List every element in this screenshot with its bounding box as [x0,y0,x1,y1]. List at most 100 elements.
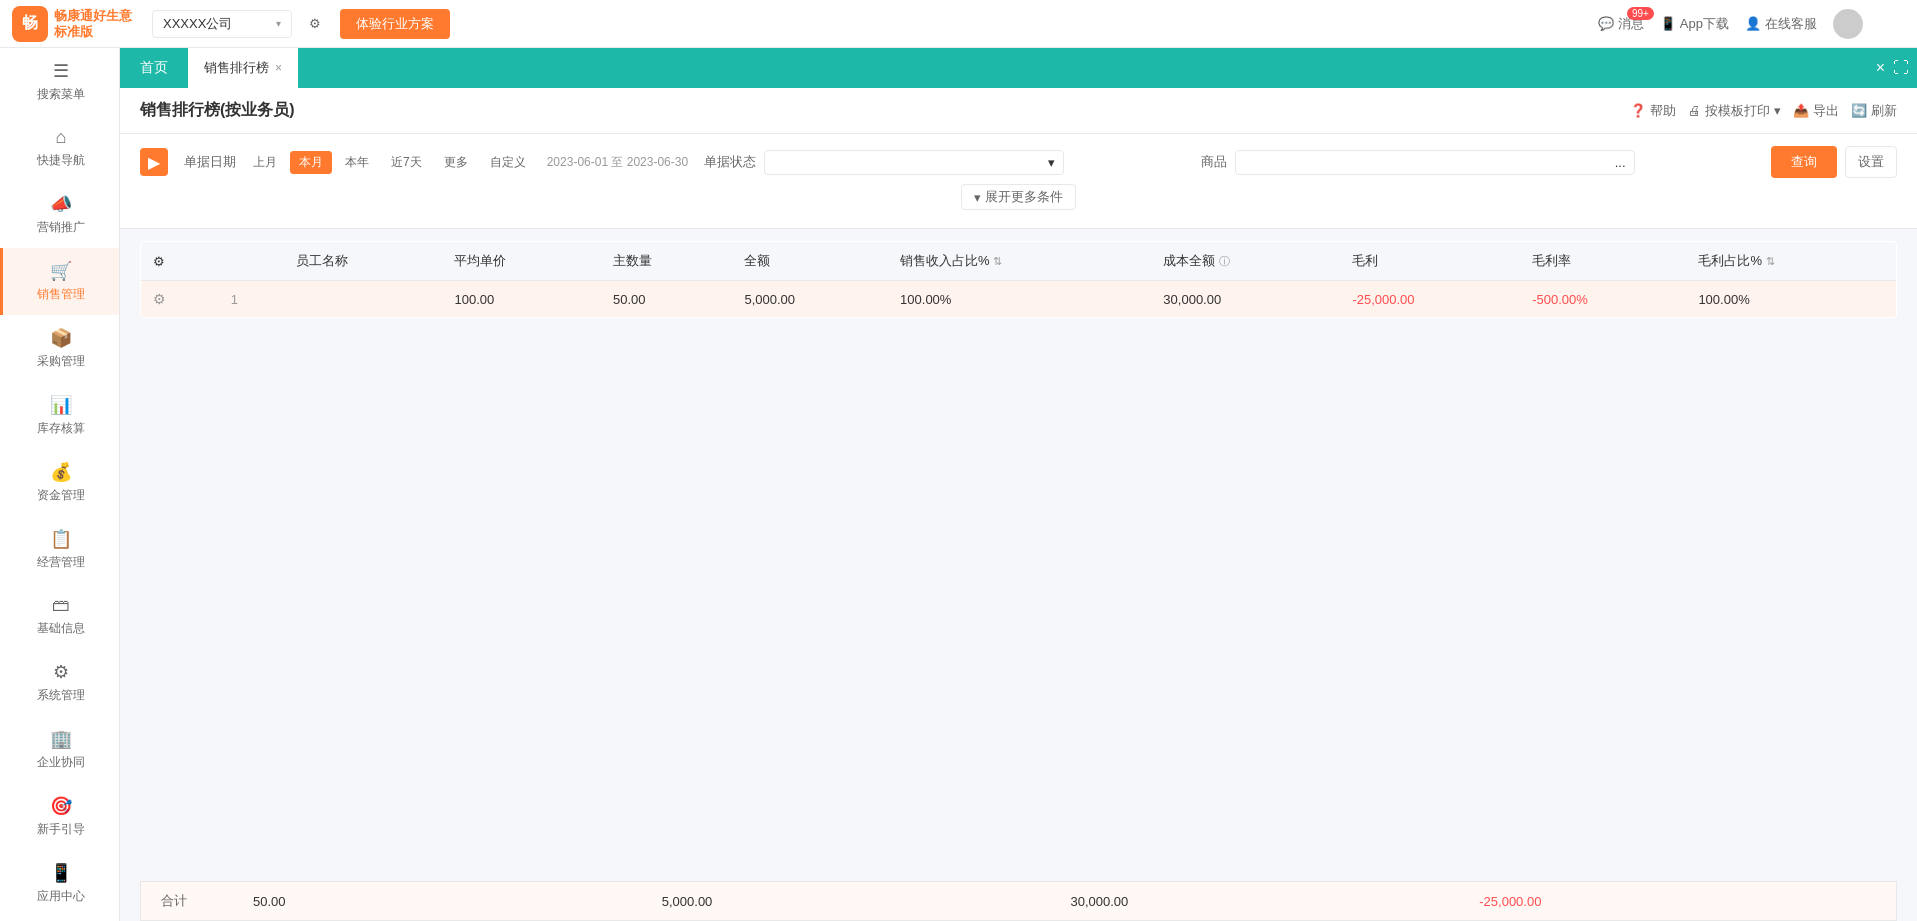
date-range: 2023-06-01 至 2023-06-30 [547,154,688,171]
tab-sales-ranking[interactable]: 销售排行榜 × [188,48,298,88]
col-header-cost: 成本全额 ⓘ [1151,242,1340,281]
col-settings-icon[interactable]: ⚙ [153,291,166,307]
sidebar-item-enterprise[interactable]: 🏢企业协同 [0,716,119,783]
sidebar-item-basic-info[interactable]: 🗃基础信息 [0,583,119,649]
inventory-icon: 📊 [50,394,72,416]
filter-row: ▶ 单据日期 上月本月本年近7天更多自定义 2023-06-01 至 2023-… [140,146,1897,178]
sidebar-item-sales[interactable]: 🛒销售管理 [0,248,119,315]
content-area: 首页 销售排行榜 × × ⛶ 销售排行榜(按业务员) ❓ 帮助 [120,48,1917,921]
sort-icon-gross_ratio[interactable]: ⇅ [1766,255,1775,267]
goods-more-icon[interactable]: ... [1615,155,1626,170]
app-download-button[interactable]: 📱 App下载 [1660,15,1729,33]
marketing-label: 营销推广 [37,219,85,236]
sidebar-item-wechat[interactable]: 💬企业微信 [0,917,119,921]
sidebar-item-guide[interactable]: 🎯 新手引导 [0,783,119,850]
sidebar-item-operation[interactable]: 📋经营管理 [0,516,119,583]
message-icon: 💬 [1598,16,1614,31]
purchase-icon: 📦 [50,327,72,349]
top-settings-icon[interactable]: ⚙ [300,9,330,39]
col-header-settings[interactable]: ⚙ [141,242,219,281]
status-label: 单据状态 [704,153,756,171]
maximize-icon[interactable]: ⛶ [1893,59,1909,77]
sidebar-item-finance[interactable]: 💰 资金管理 [0,449,119,516]
app-center-icon: 📱 [50,862,72,884]
sidebar-item-system[interactable]: ⚙系统管理 [0,649,119,716]
close-window-icon[interactable]: × [1876,59,1885,77]
status-select[interactable]: ▾ [764,150,1064,175]
date-label: 单据日期 [184,153,236,171]
cell-gross_ratio: 100.00% [1686,281,1896,318]
goods-label: 商品 [1201,153,1227,171]
company-selector[interactable]: XXXXX公司 ▾ [152,10,292,38]
refresh-icon: 🔄 [1851,103,1867,118]
cell-avg_price: 100.00 [442,281,601,318]
cell-gross_rate: -500.00% [1520,281,1686,318]
expand-label: 展开更多条件 [985,188,1063,206]
sidebar-item-purchase[interactable]: 📦采购管理 [0,315,119,382]
settings-small-button[interactable]: 设置 [1845,146,1897,178]
tab-bar: 首页 销售排行榜 × × ⛶ [120,48,1917,88]
filter-area: ▶ 单据日期 上月本月本年近7天更多自定义 2023-06-01 至 2023-… [120,134,1917,229]
finance-label: 资金管理 [37,487,85,504]
footer-gross: -25,000.00 [1467,894,1876,909]
date-option-自定义[interactable]: 自定义 [481,151,535,174]
footer-cost: 30,000.00 [1059,894,1468,909]
tab-home[interactable]: 首页 [120,48,188,88]
message-button[interactable]: 💬 消息 99+ [1598,15,1644,33]
col-header-name: 员工名称 [284,242,443,281]
date-option-本月[interactable]: 本月 [290,151,332,174]
export-button[interactable]: 📤 导出 [1793,102,1839,120]
data-table: ⚙员工名称平均单价主数量全额销售收入占比% ⇅成本全额 ⓘ毛利毛利率毛利占比% … [140,241,1897,318]
search-order-icon: ☰ [53,60,69,82]
col-header-amount: 全额 [732,242,888,281]
cell-cost: 30,000.00 [1151,281,1340,318]
logo: 畅 畅康通好生意 标准版 [12,6,132,42]
online-service-button[interactable]: 👤 在线客服 [1745,15,1817,33]
date-option-更多[interactable]: 更多 [435,151,477,174]
footer-qty: 50.00 [241,894,650,909]
top-bar-right: 💬 消息 99+ 📱 App下载 👤 在线客服 [1598,9,1905,39]
sidebar-item-marketing[interactable]: 📣营销推广 [0,181,119,248]
sidebar-item-app-center[interactable]: 📱应用中心 [0,850,119,917]
print-button[interactable]: 🖨 按模板打印 ▾ [1688,102,1781,120]
try-industry-button[interactable]: 体验行业方案 [340,9,450,39]
basic-info-label: 基础信息 [37,620,85,637]
sales-icon: 🛒 [50,260,72,282]
inventory-label: 库存核算 [37,420,85,437]
rank-arrow-button[interactable]: ▶ [140,148,168,176]
avatar[interactable] [1833,9,1863,39]
refresh-button[interactable]: 🔄 刷新 [1851,102,1897,120]
tab-close-icon[interactable]: × [275,61,282,75]
goods-select[interactable]: ... [1235,150,1635,175]
status-chevron-icon: ▾ [1048,155,1055,170]
sidebar-item-search-order[interactable]: ☰搜索菜单 [0,48,119,115]
guide-label: 新手引导 [37,821,85,838]
date-options: 上月本月本年近7天更多自定义 [244,151,535,174]
user-name[interactable] [1879,15,1905,33]
query-button[interactable]: 查询 [1771,146,1837,178]
info-icon[interactable]: ⓘ [1219,255,1230,267]
guide-icon: 🎯 [50,795,72,817]
quick-nav-icon: ⌂ [56,127,67,148]
expand-row: ▾ 展开更多条件 [140,178,1897,216]
sort-icon-sales_ratio[interactable]: ⇅ [993,255,1002,267]
top-bar: 畅 畅康通好生意 标准版 XXXXX公司 ▾ ⚙ 体验行业方案 💬 消息 99+… [0,0,1917,48]
date-option-本年[interactable]: 本年 [336,151,378,174]
main-layout: ☰搜索菜单⌂快捷导航📣营销推广🛒销售管理📦采购管理 📊 库存核算 💰 资金管理 📋经营管理… [0,48,1917,921]
app-icon: 📱 [1660,16,1676,31]
operation-icon: 📋 [50,528,72,550]
sidebar-item-inventory[interactable]: 📊 库存核算 [0,382,119,449]
print-icon: 🖨 [1688,103,1701,118]
goods-filter: 商品 ... [1201,150,1635,175]
col-header-rank [219,242,284,281]
tab-label: 销售排行榜 [204,59,269,77]
expand-conditions-button[interactable]: ▾ 展开更多条件 [961,184,1076,210]
date-option-近7天[interactable]: 近7天 [382,151,431,174]
finance-icon: 💰 [50,461,72,483]
table-row: ⚙1100.0050.005,000.00100.00%30,000.00-25… [141,281,1897,318]
sidebar-item-quick-nav[interactable]: ⌂快捷导航 [0,115,119,181]
help-button[interactable]: ❓ 帮助 [1630,102,1676,120]
footer-amount: 5,000.00 [650,894,1059,909]
page-title: 销售排行榜(按业务员) [140,100,295,121]
date-option-上月[interactable]: 上月 [244,151,286,174]
